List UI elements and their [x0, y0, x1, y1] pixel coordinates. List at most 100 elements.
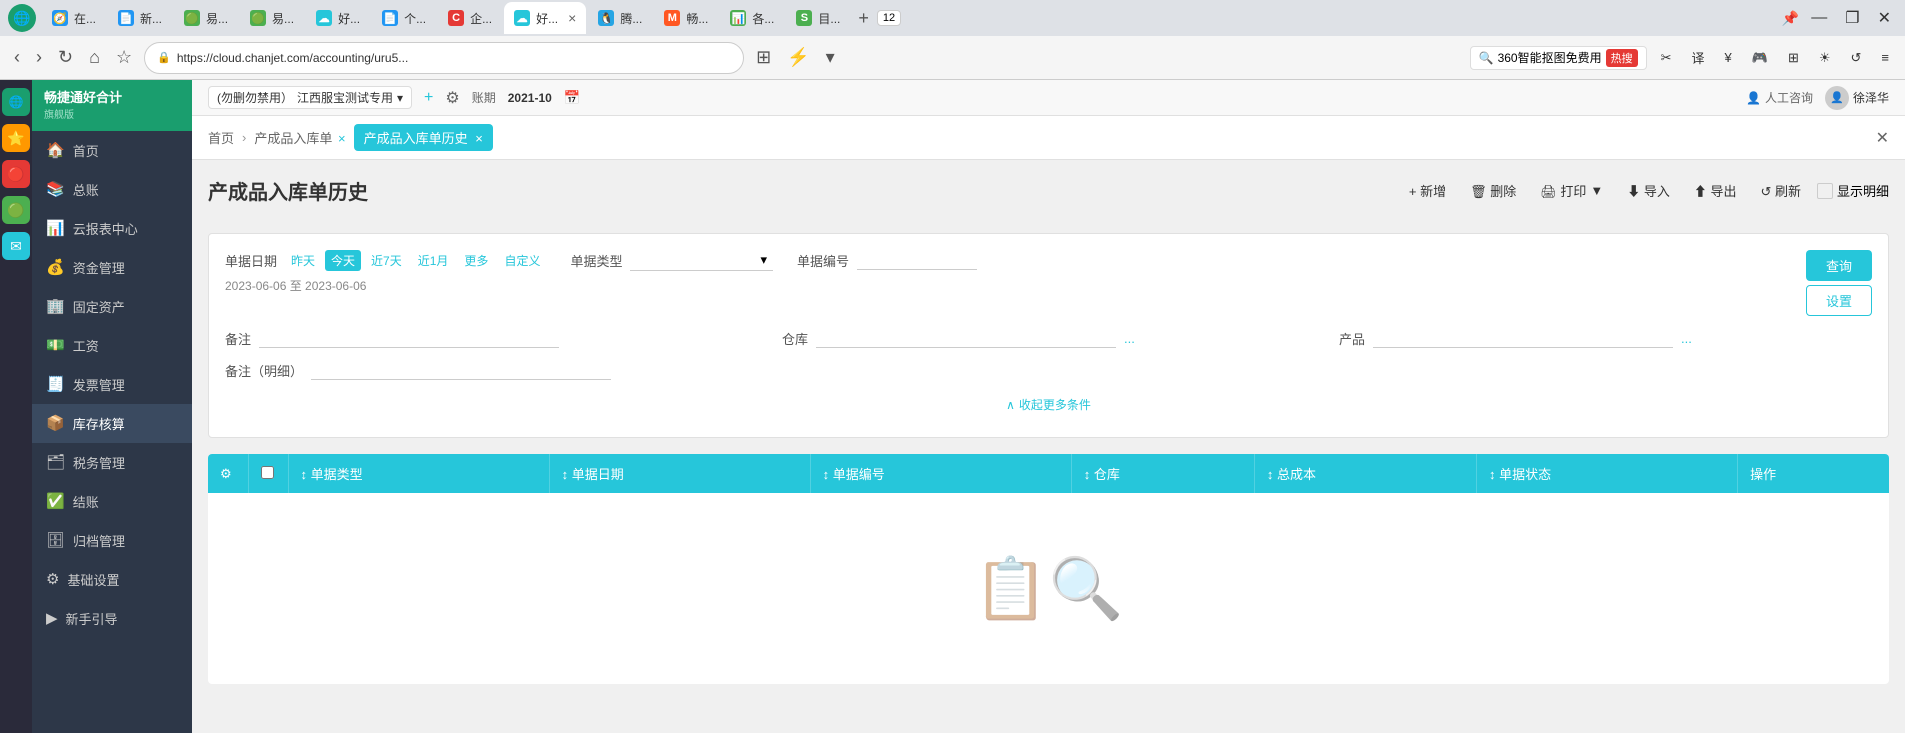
- show-detail-toggle[interactable]: 显示明细: [1817, 181, 1889, 200]
- tab-6[interactable]: 📄 个...: [372, 2, 436, 34]
- tab-11[interactable]: 📊 各...: [720, 2, 784, 34]
- th-checkbox[interactable]: [248, 454, 288, 493]
- dropdown-button[interactable]: ▾: [822, 45, 839, 70]
- nav-item-assets[interactable]: 🏢 固定资产: [32, 287, 192, 326]
- nav-item-checkout[interactable]: ✅ 结账: [32, 482, 192, 521]
- product-more-icon[interactable]: ...: [1681, 331, 1692, 346]
- tab-count[interactable]: 12: [877, 10, 901, 26]
- date-tab-today[interactable]: 今天: [325, 250, 361, 271]
- reload-icon[interactable]: ↺: [1845, 46, 1868, 70]
- bookmark-button[interactable]: ☆: [112, 45, 136, 70]
- refresh-button[interactable]: ↻: [54, 45, 77, 70]
- forward-button[interactable]: ›: [32, 45, 46, 70]
- th-warehouse[interactable]: ↕ 仓库: [1071, 454, 1254, 493]
- tab-3[interactable]: 🟢 易...: [174, 2, 238, 34]
- th-number[interactable]: ↕ 单据编号: [810, 454, 1071, 493]
- close-button[interactable]: ✕: [1872, 6, 1897, 30]
- breadcrumb-history[interactable]: 产成品入库单历史 ×: [354, 124, 493, 151]
- sun-icon[interactable]: ☀: [1813, 46, 1837, 70]
- pin-icon[interactable]: 📌: [1782, 10, 1799, 27]
- export-button[interactable]: ⬆ 导出: [1686, 177, 1745, 204]
- tab-7[interactable]: C 企...: [438, 2, 502, 34]
- maximize-button[interactable]: ❐: [1839, 6, 1865, 30]
- breadcrumb-home[interactable]: 首页: [208, 128, 234, 147]
- tab-2[interactable]: 📄 新...: [108, 2, 172, 34]
- date-tab-1month[interactable]: 近1月: [412, 250, 455, 271]
- search-bar[interactable]: 🔍 360智能抠图免费用 热搜: [1470, 46, 1647, 70]
- th-settings[interactable]: ⚙: [208, 454, 248, 493]
- th-type[interactable]: ↕ 单据类型: [288, 454, 549, 493]
- scissors-icon[interactable]: ✂: [1655, 46, 1678, 70]
- detail-checkbox[interactable]: [1817, 183, 1833, 199]
- company-settings-button[interactable]: ⚙: [445, 88, 459, 108]
- add-button[interactable]: + 新增: [1401, 177, 1454, 204]
- th-cost[interactable]: ↕ 总成本: [1254, 454, 1476, 493]
- icon-sidebar-shop[interactable]: 🟢: [2, 196, 30, 224]
- panel-close-button[interactable]: ✕: [1876, 128, 1889, 148]
- translate-icon[interactable]: 译: [1686, 44, 1711, 71]
- number-input[interactable]: [857, 250, 977, 270]
- user-support[interactable]: 👤 人工咨询: [1746, 89, 1813, 106]
- date-tab-7days[interactable]: 近7天: [365, 250, 408, 271]
- icon-sidebar-app[interactable]: 🌐: [2, 88, 30, 116]
- breadcrumb-history-close[interactable]: ×: [475, 131, 483, 146]
- th-status[interactable]: ↕ 单据状态: [1477, 454, 1738, 493]
- game-icon[interactable]: 🎮: [1746, 46, 1774, 70]
- warehouse-more-icon[interactable]: ...: [1124, 331, 1135, 346]
- import-button[interactable]: ⬇ 导入: [1619, 177, 1678, 204]
- warehouse-input[interactable]: [816, 328, 1116, 348]
- tab-8-close[interactable]: ×: [568, 10, 576, 26]
- currency-icon[interactable]: ¥: [1719, 46, 1738, 69]
- icon-sidebar-star[interactable]: ⭐: [2, 124, 30, 152]
- lightning-icon[interactable]: ⚡: [783, 45, 813, 70]
- select-all-checkbox[interactable]: [261, 466, 274, 479]
- apps-icon[interactable]: ⊞: [752, 45, 775, 70]
- query-button[interactable]: 查询: [1806, 250, 1872, 281]
- add-tab-button[interactable]: +: [852, 8, 875, 29]
- icon-sidebar-social[interactable]: 🔴: [2, 160, 30, 188]
- th-date[interactable]: ↕ 单据日期: [549, 454, 810, 493]
- tab-5[interactable]: ☁ 好...: [306, 2, 370, 34]
- address-input[interactable]: 🔒 https://cloud.chanjet.com/accounting/u…: [144, 42, 744, 74]
- tab-8[interactable]: ☁ 好... ×: [504, 2, 586, 34]
- print-button[interactable]: 🖨 打印 ▼: [1532, 177, 1611, 204]
- add-company-button[interactable]: +: [424, 89, 433, 107]
- tab-12[interactable]: S 目...: [786, 2, 850, 34]
- note-input[interactable]: [259, 328, 559, 348]
- grid-icon[interactable]: ⊞: [1782, 46, 1805, 70]
- delete-button[interactable]: 🗑 删除: [1462, 177, 1524, 204]
- tab-4[interactable]: 🟢 易...: [240, 2, 304, 34]
- company-selector[interactable]: (勿删勿禁用） 江西服宝测试专用 ▾: [208, 86, 412, 109]
- icon-sidebar-mail[interactable]: ✉: [2, 232, 30, 260]
- breadcrumb-list[interactable]: 产成品入库单 ×: [254, 128, 345, 147]
- date-tab-yesterday[interactable]: 昨天: [285, 250, 321, 271]
- nav-item-ledger[interactable]: 📚 总账: [32, 170, 192, 209]
- nav-item-archive[interactable]: 🗄 归档管理: [32, 521, 192, 560]
- user-area[interactable]: 👤 徐泽华: [1825, 86, 1889, 110]
- minimize-button[interactable]: —: [1805, 7, 1833, 29]
- back-button[interactable]: ‹: [10, 45, 24, 70]
- date-tab-more[interactable]: 更多: [458, 250, 494, 271]
- home-button[interactable]: ⌂: [85, 45, 104, 70]
- tab-1[interactable]: 🧭 在...: [42, 2, 106, 34]
- nav-item-inventory[interactable]: 📦 库存核算: [32, 404, 192, 443]
- nav-item-payroll[interactable]: 💵 工资: [32, 326, 192, 365]
- refresh-button-toolbar[interactable]: ↺ 刷新: [1752, 177, 1809, 204]
- date-tab-custom[interactable]: 自定义: [498, 250, 546, 271]
- type-input[interactable]: [636, 253, 756, 268]
- nav-item-settings[interactable]: ⚙ 基础设置: [32, 560, 192, 599]
- nav-item-reports[interactable]: 📊 云报表中心: [32, 209, 192, 248]
- settings-icon[interactable]: ≡: [1875, 46, 1895, 69]
- tab-9[interactable]: 🐧 腾...: [588, 2, 652, 34]
- nav-item-tax[interactable]: 🗂 税务管理: [32, 443, 192, 482]
- nav-item-invoice[interactable]: 🧾 发票管理: [32, 365, 192, 404]
- tab-10[interactable]: M 畅...: [654, 2, 718, 34]
- calendar-button[interactable]: 📅: [564, 90, 581, 106]
- setting-button[interactable]: 设置: [1806, 285, 1872, 316]
- product-input[interactable]: [1373, 328, 1673, 348]
- nav-item-guide[interactable]: ▶ 新手引导: [32, 599, 192, 638]
- breadcrumb-list-close[interactable]: ×: [338, 131, 346, 146]
- note-detail-input[interactable]: [311, 360, 611, 380]
- nav-item-home[interactable]: 🏠 首页: [32, 131, 192, 170]
- nav-item-funds[interactable]: 💰 资金管理: [32, 248, 192, 287]
